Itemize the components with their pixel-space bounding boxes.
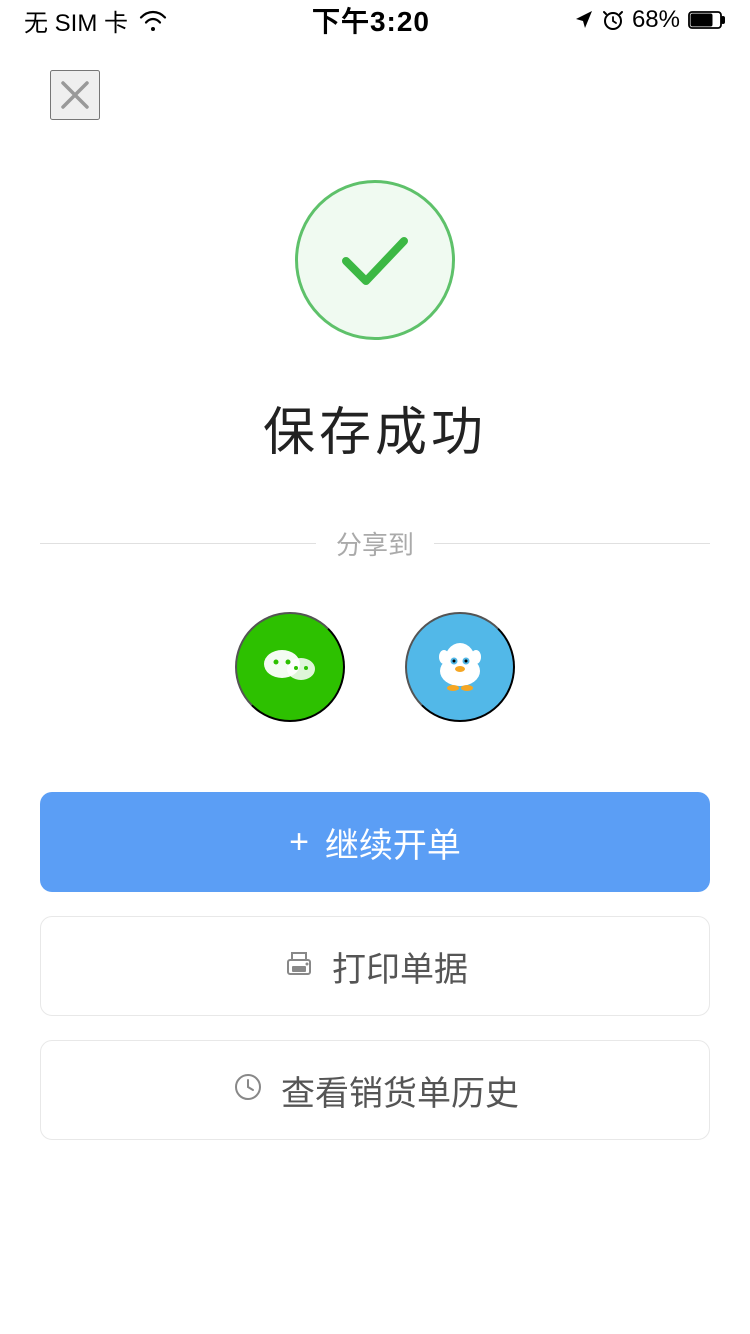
- carrier-text: 无 SIM 卡: [24, 3, 128, 38]
- location-icon: [574, 9, 594, 31]
- print-label: 打印单据: [332, 942, 468, 991]
- wechat-share-button[interactable]: [235, 612, 345, 722]
- print-icon: [282, 946, 316, 986]
- history-label: 查看销货单历史: [281, 1066, 519, 1115]
- wechat-icon: [255, 632, 325, 702]
- qq-share-button[interactable]: [405, 612, 515, 722]
- print-button[interactable]: 打印单据: [40, 916, 710, 1016]
- qq-icon: [426, 633, 494, 701]
- divider-line-right: [434, 543, 710, 544]
- wifi-icon: [138, 9, 168, 31]
- status-right: 68%: [574, 6, 726, 34]
- status-left: 无 SIM 卡: [24, 3, 168, 38]
- success-title: 保存成功: [263, 390, 487, 465]
- continue-button[interactable]: + 继续开单: [40, 792, 710, 892]
- battery-icon: [688, 10, 726, 30]
- divider-line-left: [40, 543, 316, 544]
- close-button[interactable]: [50, 70, 100, 120]
- history-button[interactable]: 查看销货单历史: [40, 1040, 710, 1140]
- clock-icon: [231, 1070, 265, 1110]
- success-icon-circle: [295, 180, 455, 340]
- main-content: 保存成功 分享到: [0, 40, 750, 1334]
- share-divider: 分享到: [40, 525, 710, 562]
- alarm-icon: [602, 9, 624, 31]
- continue-label: 继续开单: [325, 818, 461, 867]
- battery-text: 68%: [632, 6, 680, 34]
- plus-icon: +: [289, 825, 309, 859]
- share-icons-row: [235, 612, 515, 722]
- actions-container: + 继续开单 打印单据 查看销货单历史: [40, 792, 710, 1140]
- checkmark-icon: [330, 215, 420, 305]
- status-bar: 无 SIM 卡 下午3:20 68%: [0, 0, 750, 40]
- status-time: 下午3:20: [312, 0, 430, 40]
- share-label: 分享到: [336, 525, 414, 562]
